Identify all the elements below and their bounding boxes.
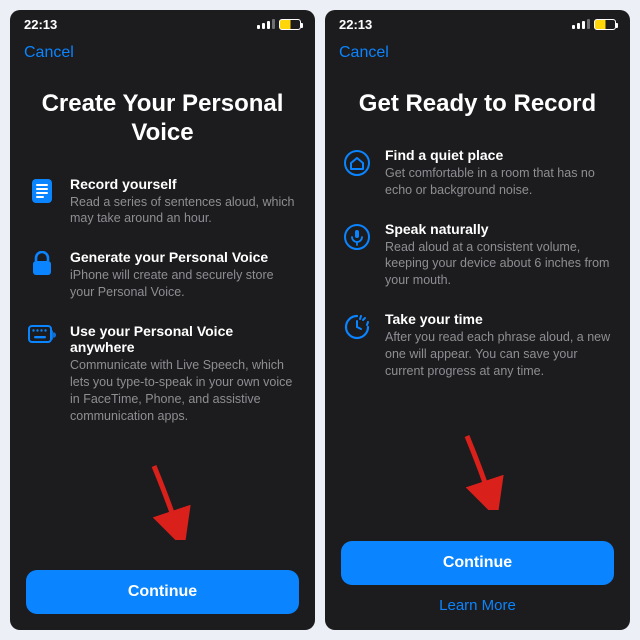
learn-more-link[interactable]: Learn More (439, 597, 516, 614)
status-bar: 22:13 (325, 10, 630, 38)
status-time: 22:13 (24, 17, 57, 32)
battery-icon (279, 19, 301, 30)
list-item: Speak naturally Read aloud at a consiste… (343, 221, 612, 290)
item-label: Find a quiet place (385, 147, 612, 163)
keyboard-voice-icon (28, 323, 56, 345)
item-label: Record yourself (70, 176, 297, 192)
item-desc: After you read each phrase aloud, a new … (385, 329, 612, 380)
cellular-signal-icon (257, 19, 275, 29)
status-time: 22:13 (339, 17, 372, 32)
list-item: Record yourself Read a series of sentenc… (28, 176, 297, 228)
list-item: Take your time After you read each phras… (343, 311, 612, 380)
item-label: Generate your Personal Voice (70, 249, 297, 265)
item-desc: Read a series of sentences aloud, which … (70, 194, 297, 228)
cancel-button[interactable]: Cancel (339, 44, 389, 62)
status-indicators (257, 19, 301, 30)
screen-get-ready-to-record: 22:13 Cancel Get Ready to Record Find a … (325, 10, 630, 630)
microphone-icon (343, 221, 371, 251)
item-label: Use your Personal Voice anywhere (70, 323, 297, 355)
continue-button[interactable]: Continue (341, 541, 614, 585)
page-title: Get Ready to Record (325, 62, 630, 143)
item-desc: Get comfortable in a room that has no ec… (385, 165, 612, 199)
screen-create-personal-voice: 22:13 Cancel Create Your Personal Voice … (10, 10, 315, 630)
document-icon (28, 176, 56, 204)
list-item: Find a quiet place Get comfortable in a … (343, 147, 612, 199)
item-desc: Read aloud at a consistent volume, keepi… (385, 239, 612, 290)
battery-icon (594, 19, 616, 30)
annotation-arrow-icon (455, 430, 505, 510)
item-label: Speak naturally (385, 221, 612, 237)
clock-progress-icon (343, 311, 371, 341)
lock-icon (28, 249, 56, 277)
page-title: Create Your Personal Voice (10, 62, 315, 172)
status-indicators (572, 19, 616, 30)
annotation-arrow-icon (142, 460, 192, 540)
item-desc: iPhone will create and securely store yo… (70, 267, 297, 301)
item-desc: Communicate with Live Speech, which lets… (70, 357, 297, 425)
status-bar: 22:13 (10, 10, 315, 38)
cancel-button[interactable]: Cancel (24, 44, 74, 62)
home-icon (343, 147, 371, 177)
item-label: Take your time (385, 311, 612, 327)
info-list: Find a quiet place Get comfortable in a … (325, 143, 630, 380)
cellular-signal-icon (572, 19, 590, 29)
list-item: Use your Personal Voice anywhere Communi… (28, 323, 297, 425)
continue-button[interactable]: Continue (26, 570, 299, 614)
info-list: Record yourself Read a series of sentenc… (10, 172, 315, 425)
list-item: Generate your Personal Voice iPhone will… (28, 249, 297, 301)
